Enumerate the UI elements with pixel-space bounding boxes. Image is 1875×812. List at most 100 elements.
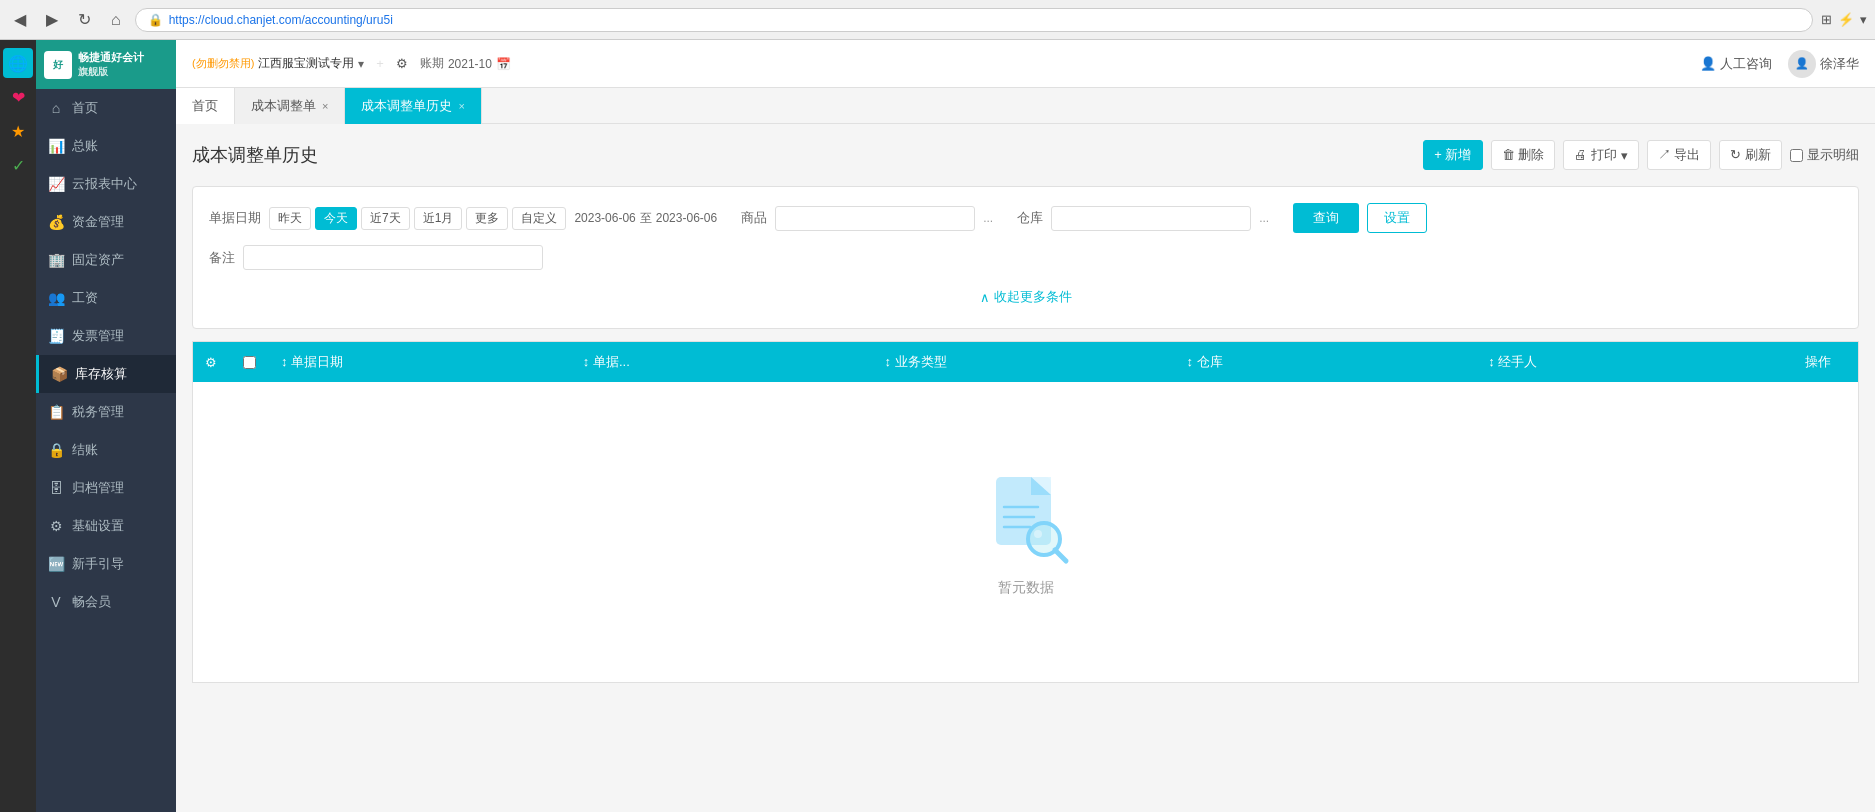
address-bar[interactable]: 🔒 https://cloud.chanjet.com/accounting/u… (135, 8, 1813, 32)
th-number[interactable]: ↕ 单据... (571, 353, 873, 371)
filter-row-2: 备注 (209, 245, 1842, 270)
sidebar-item-closing[interactable]: 🔒 结账 (36, 431, 176, 469)
reload-button[interactable]: ↻ (72, 8, 97, 31)
th-warehouse[interactable]: ↕ 仓库 (1174, 353, 1476, 371)
warehouse-input[interactable] (1051, 206, 1251, 231)
sidebar-item-ledger[interactable]: 📊 总账 (36, 127, 176, 165)
query-button[interactable]: 查询 (1293, 203, 1359, 233)
dropdown-icon[interactable]: ▾ (1860, 12, 1867, 27)
add-company-icon[interactable]: ⚙ (396, 56, 408, 71)
sidebar-item-invoice[interactable]: 🧾 发票管理 (36, 317, 176, 355)
extensions-icon[interactable]: ⊞ (1821, 12, 1832, 27)
tab-cost-adjustment-history[interactable]: 成本调整单历史× (345, 88, 481, 124)
sidebar-item-tax[interactable]: 📋 税务管理 (36, 393, 176, 431)
sidebar-item-fixed-assets[interactable]: 🏢 固定资产 (36, 241, 176, 279)
sidebar-item-funds[interactable]: 💰 资金管理 (36, 203, 176, 241)
nav-label-payroll: 工资 (72, 289, 98, 307)
consult-button[interactable]: 👤 人工咨询 (1700, 55, 1772, 73)
user-button[interactable]: 👤 徐泽华 (1788, 50, 1859, 78)
tab-cost-adjustment[interactable]: 成本调整单 × (235, 88, 345, 124)
date-quick-btn-今天[interactable]: 今天 (315, 207, 357, 230)
print-button[interactable]: 🖨 打印 ▾ (1563, 140, 1639, 170)
sidebar-item-settings[interactable]: ⚙ 基础设置 (36, 507, 176, 545)
nav-icon-fixed-assets: 🏢 (48, 252, 64, 268)
lightning-icon[interactable]: ⚡ (1838, 12, 1854, 27)
sidebar-item-reports[interactable]: 📈 云报表中心 (36, 165, 176, 203)
goods-filter-label: 商品 (741, 209, 767, 227)
username: 徐泽华 (1820, 55, 1859, 73)
browser-tools: ⊞ ⚡ ▾ (1821, 12, 1867, 27)
browser-chrome: ◀ ▶ ↻ ⌂ 🔒 https://cloud.chanjet.com/acco… (0, 0, 1875, 40)
th-operator[interactable]: ↕ 经手人 (1476, 353, 1778, 371)
sidebar-item-payroll[interactable]: 👥 工资 (36, 279, 176, 317)
th-date[interactable]: ↕ 单据日期 (269, 353, 571, 371)
th-warehouse-label: ↕ 仓库 (1186, 353, 1222, 371)
nav-label-guide: 新手引导 (72, 555, 124, 573)
browser-icon-bar: 🌐 ❤ ★ ✓ (0, 40, 36, 812)
remark-input[interactable] (243, 245, 543, 270)
main-content: (勿删勿禁用) 江西服宝测试专用 ▾ + ⚙ 账期 2021-10 📅 👤 人工… (176, 40, 1875, 812)
delete-button[interactable]: 🗑 删除 (1491, 140, 1556, 170)
th-biz-type[interactable]: ↕ 业务类型 (873, 353, 1175, 371)
show-columns-input[interactable] (1790, 149, 1803, 162)
tab-close-cost-adjustment[interactable]: × (322, 100, 328, 112)
table-body: 暂元数据 (193, 382, 1858, 682)
sidebar-item-archive[interactable]: 🗄 归档管理 (36, 469, 176, 507)
filter-settings-button[interactable]: 设置 (1367, 203, 1427, 233)
home-button[interactable]: ⌂ (105, 9, 127, 31)
empty-text: 暂元数据 (998, 579, 1054, 597)
back-button[interactable]: ◀ (8, 8, 32, 31)
tab-close-cost-adjustment-history[interactable]: × (458, 100, 464, 112)
company-name: 江西服宝测试专用 (258, 55, 354, 72)
page-header: 成本调整单历史 + 新增 🗑 删除 🖨 打印 ▾ ↗ 导出 ↻ 刷新 显示明细 (192, 140, 1859, 170)
tab-home[interactable]: 首页 (176, 88, 235, 124)
warehouse-filter-label: 仓库 (1017, 209, 1043, 227)
icon-bar-item-1[interactable]: 🌐 (3, 48, 33, 78)
warehouse-more[interactable]: ... (1259, 211, 1269, 225)
date-quick-btn-近1月[interactable]: 近1月 (414, 207, 463, 230)
sidebar-logo[interactable]: 好 畅捷通好会计 旗舰版 (36, 40, 176, 89)
consult-label: 人工咨询 (1720, 55, 1772, 73)
icon-bar-item-2[interactable]: ❤ (3, 82, 33, 112)
consult-icon: 👤 (1700, 56, 1716, 71)
sidebar-item-guide[interactable]: 🆕 新手引导 (36, 545, 176, 583)
nav-icon-inventory: 📦 (51, 366, 67, 382)
page-content: 成本调整单历史 + 新增 🗑 删除 🖨 打印 ▾ ↗ 导出 ↻ 刷新 显示明细 (176, 124, 1875, 812)
date-quick-btn-更多[interactable]: 更多 (466, 207, 508, 230)
page-actions: + 新增 🗑 删除 🖨 打印 ▾ ↗ 导出 ↻ 刷新 显示明细 (1423, 140, 1859, 170)
select-all-checkbox[interactable] (243, 356, 256, 369)
date-to: 2023-06-06 (656, 211, 717, 225)
export-button[interactable]: ↗ 导出 (1647, 140, 1712, 170)
th-settings[interactable]: ⚙ (193, 355, 229, 370)
sidebar-item-member[interactable]: V 畅会员 (36, 583, 176, 621)
th-date-label: ↕ 单据日期 (281, 353, 343, 371)
period-selector[interactable]: 账期 2021-10 📅 (420, 55, 511, 72)
nav-label-fixed-assets: 固定资产 (72, 251, 124, 269)
sidebar: 好 畅捷通好会计 旗舰版 ⌂ 首页 📊 总账 📈 云报表中心 💰 资金管理 🏢 … (36, 40, 176, 812)
nav-label-archive: 归档管理 (72, 479, 124, 497)
nav-label-invoice: 发票管理 (72, 327, 124, 345)
date-quick-btn-近7天[interactable]: 近7天 (361, 207, 410, 230)
date-quick-btn-昨天[interactable]: 昨天 (269, 207, 311, 230)
icon-bar-item-3[interactable]: ★ (3, 116, 33, 146)
forward-button[interactable]: ▶ (40, 8, 64, 31)
sidebar-item-home[interactable]: ⌂ 首页 (36, 89, 176, 127)
add-button[interactable]: + 新增 (1423, 140, 1482, 170)
icon-bar-item-4[interactable]: ✓ (3, 150, 33, 180)
th-checkbox[interactable] (229, 356, 269, 369)
company-selector[interactable]: (勿删勿禁用) 江西服宝测试专用 ▾ (192, 55, 364, 72)
goods-input[interactable] (775, 206, 975, 231)
filter-actions: 查询 设置 (1293, 203, 1427, 233)
refresh-button[interactable]: ↻ 刷新 (1719, 140, 1782, 170)
page-title: 成本调整单历史 (192, 143, 318, 167)
show-columns-checkbox[interactable]: 显示明细 (1790, 146, 1859, 164)
tab-label-cost-adjustment: 成本调整单 (251, 97, 316, 115)
goods-more[interactable]: ... (983, 211, 993, 225)
nav-icon-home: ⌂ (48, 100, 64, 116)
date-quick-btn-自定义[interactable]: 自定义 (512, 207, 566, 230)
filter-row-1: 单据日期 昨天今天近7天近1月更多自定义 2023-06-06 至 2023-0… (209, 203, 1842, 233)
sidebar-item-inventory[interactable]: 📦 库存核算 (36, 355, 176, 393)
nav-label-settings: 基础设置 (72, 517, 124, 535)
collapse-button[interactable]: ∧ 收起更多条件 (980, 282, 1072, 312)
nav-icon-archive: 🗄 (48, 480, 64, 496)
